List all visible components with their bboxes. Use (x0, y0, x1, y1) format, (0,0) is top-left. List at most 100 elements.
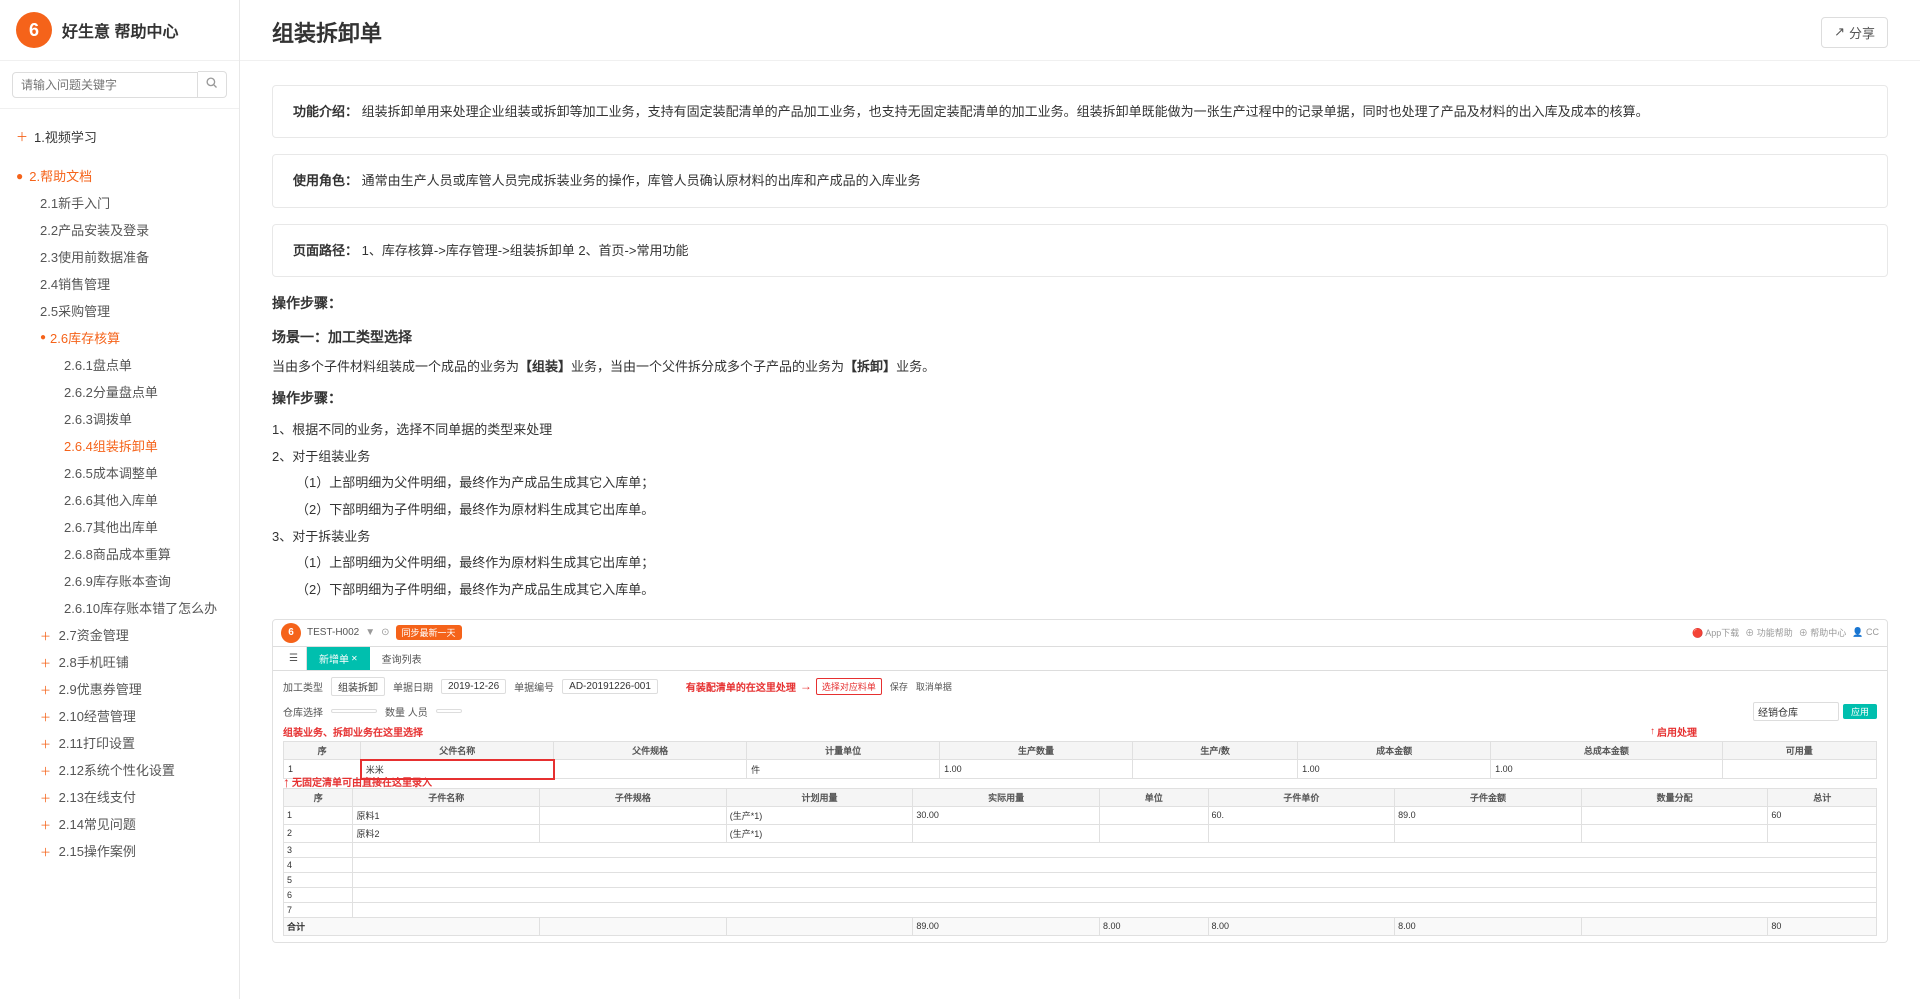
table-row: 1 原料1 (生产*1) 30.00 60. 89.0 (284, 806, 1877, 824)
search-area (0, 61, 239, 109)
sidebar-item-mobile[interactable]: ＋ 2.8手机旺铺 (16, 648, 223, 675)
arrow-up2: ↑ (283, 774, 290, 790)
ops-heading: 操作步骤： (272, 293, 1888, 313)
sidebar-item-sales[interactable]: 2.4销售管理 (16, 270, 223, 297)
sidebar-item-stock3[interactable]: 2.6.3调拨单 (28, 405, 223, 432)
app-topbar: 6 TEST-H002 ▼ ⊙ 同步最新一天 🔴 App下载 ⊕ 功能帮助 ⊕ … (273, 620, 1887, 647)
sidebar-stock-subnav: 2.6.1盘点单 2.6.2分量盘点单 2.6.3调拨单 2.6.4组装拆卸单 … (16, 351, 223, 621)
sidebar-item-stock[interactable]: ● 2.6库存核算 (16, 324, 223, 351)
form-docnum-label: 单据编号 (514, 679, 554, 694)
sidebar-item-ops[interactable]: ＋ 2.10经营管理 (16, 702, 223, 729)
parent-table: 序 父件名称 父件规格 计量单位 生产数量 生产/数 成本金额 总成本金额 可用 (283, 741, 1877, 780)
role-text: 通常由生产人员或库管人员完成拆装业务的操作，库管人员确认原材料的出库和产成品的入… (362, 173, 921, 188)
sidebar-item-stock7[interactable]: 2.6.7其他出库单 (28, 513, 223, 540)
minus-circle-icon: ● (40, 332, 46, 343)
cancel-btn[interactable]: 取消单据 (916, 680, 952, 693)
ops-steps-heading: 操作步骤： (272, 388, 1888, 408)
sidebar-item-new-user[interactable]: 2.1新手入门 (16, 189, 223, 216)
sidebar-header: 6 好生意 帮助中心 (0, 0, 239, 61)
parent-table-area: 序 父件名称 父件规格 计量单位 生产数量 生产/数 成本金额 总成本金额 可用 (283, 741, 1877, 780)
app-form: 加工类型 组装拆卸 单据日期 2019-12-26 单据编号 AD-201912… (273, 671, 1887, 942)
child-table: 序 子件名称 子件规格 计划用量 实际用量 单位 子件单价 子件金额 数量分配 (283, 788, 1877, 936)
steps-list: 1、根据不同的业务，选择不同单据的类型来处理 2、对于组装业务 （1）上部明细为… (272, 418, 1888, 603)
content-area: 功能介绍： 组装拆卸单用来处理企业组装或拆卸等加工业务，支持有固定装配清单的产品… (240, 61, 1920, 999)
match-btn[interactable]: 选择对应料单 (816, 678, 882, 695)
sidebar-section-docs: ● 2.帮助文档 2.1新手入门 2.2产品安装及登录 2.3使用前数据准备 2… (0, 156, 239, 870)
sidebar-item-stock4[interactable]: 2.6.4组装拆卸单 (28, 432, 223, 459)
arrow-up: ↑ (1650, 726, 1655, 737)
form-docnum-val: AD-20191226-001 (562, 679, 658, 694)
app-company: TEST-H002 (307, 627, 359, 638)
table-row: 3 (284, 842, 1877, 857)
sidebar-nav: ＋ 1.视频学习 ● 2.帮助文档 2.1新手入门 2.2产品安装及登录 2.3… (0, 109, 239, 999)
ann3-label: 启用处理 (1657, 724, 1697, 739)
app-logo: 6 (281, 623, 301, 643)
screenshot-preview: 6 TEST-H002 ▼ ⊙ 同步最新一天 🔴 App下载 ⊕ 功能帮助 ⊕ … (272, 619, 1888, 943)
table-row: 5 (284, 872, 1877, 887)
sidebar-item-purchase[interactable]: 2.5采购管理 (16, 297, 223, 324)
sidebar-item-stock10[interactable]: 2.6.10库存账本错了怎么办 (28, 594, 223, 621)
scenario1-desc: 当由多个子件材料组装成一个成品的业务为【组装】业务，当由一个父件拆分成多个子产品… (272, 355, 1888, 380)
search-input[interactable] (12, 72, 198, 98)
plus-icon: ＋ (16, 128, 28, 145)
sidebar-item-docs[interactable]: ● 2.帮助文档 (16, 162, 223, 189)
sidebar-item-faq[interactable]: ＋ 2.14常见问题 (16, 810, 223, 837)
ann2-label: 组装业务、拆卸业务在这里选择 (283, 724, 423, 739)
sidebar-item-stock8[interactable]: 2.6.8商品成本重算 (28, 540, 223, 567)
form-type-val[interactable]: 组装拆卸 (331, 677, 385, 696)
step-2: 2、对于组装业务 (272, 445, 1888, 470)
step-3-1: （1）上部明细为父件明细，最终作为原材料生成其它出库单； (296, 551, 1888, 576)
table-row: 7 (284, 902, 1877, 917)
sidebar-item-stock6[interactable]: 2.6.6其他入库单 (28, 486, 223, 513)
table-row: 4 (284, 857, 1877, 872)
sidebar-item-video[interactable]: ＋ 1.视频学习 (16, 123, 223, 150)
sidebar-item-system[interactable]: ＋ 2.12系统个性化设置 (16, 756, 223, 783)
sidebar-item-install[interactable]: 2.2产品安装及登录 (16, 216, 223, 243)
step-3: 3、对于拆装业务 (272, 525, 1888, 550)
save-btn[interactable]: 保存 (890, 680, 908, 693)
minus-icon: ● (16, 169, 23, 183)
sidebar-item-data[interactable]: 2.3使用前数据准备 (16, 243, 223, 270)
ann4-area: ↑ 无固定清单可由直接在这里录入 (283, 774, 432, 790)
step-1: 1、根据不同的业务，选择不同单据的类型来处理 (272, 418, 1888, 443)
sidebar-item-finance[interactable]: ＋ 2.7资金管理 (16, 621, 223, 648)
intro-text: 组装拆卸单用来处理企业组装或拆卸等加工业务，支持有固定装配清单的产品加工业务，也… (362, 104, 1649, 119)
warehouse-input[interactable]: 经销仓库 (1753, 702, 1839, 721)
form-type-label: 加工类型 (283, 679, 323, 694)
form-date-label: 单据日期 (393, 679, 433, 694)
intro-label: 功能介绍： (293, 104, 358, 119)
main-content: 组装拆卸单 ↗ 分享 功能介绍： 组装拆卸单用来处理企业组装或拆卸等加工业务，支… (240, 0, 1920, 999)
app-tabs: ☰ 新增单 ✕ 查询列表 (273, 647, 1887, 671)
ann3-area: ↑ 启用处理 (1650, 724, 1697, 739)
ann2-area: 组装业务、拆卸业务在这里选择 (283, 724, 423, 739)
logo-icon: 6 (16, 12, 52, 48)
role-label: 使用角色： (293, 173, 358, 188)
app-new-btn: 同步最新一天 (396, 625, 462, 640)
step-2-2: （2）下部明细为子件明细，最终作为原材料生成其它出库单。 (296, 498, 1888, 523)
page-title: 组装拆卸单 (272, 16, 382, 48)
search-button[interactable] (198, 71, 227, 98)
sidebar-item-print[interactable]: ＋ 2.11打印设置 (16, 729, 223, 756)
sidebar-item-coupon[interactable]: ＋ 2.9优惠券管理 (16, 675, 223, 702)
app-tab-list[interactable]: 查询列表 (370, 647, 434, 670)
table-row: 2 原料2 (生产*1) (284, 824, 1877, 842)
sidebar-item-stock1[interactable]: 2.6.1盘点单 (28, 351, 223, 378)
path-block: 页面路径： 1、库存核算->库存管理->组装拆卸单 2、首页->常用功能 (272, 224, 1888, 277)
sidebar-item-stock5[interactable]: 2.6.5成本调整单 (28, 459, 223, 486)
step-3-2: （2）下部明细为子件明细，最终作为产成品生成其它入库单。 (296, 578, 1888, 603)
ann1-label: 有装配清单的在这里处理 (686, 679, 796, 694)
totals-row: 合计 89.00 8.00 8.00 8.00 80 (284, 917, 1877, 935)
sidebar-item-pay[interactable]: ＋ 2.13在线支付 (16, 783, 223, 810)
sidebar-item-cases[interactable]: ＋ 2.15操作案例 (16, 837, 223, 864)
main-header: 组装拆卸单 ↗ 分享 (240, 0, 1920, 61)
step-2-1: （1）上部明细为父件明细，最终作为产成品生成其它入库单； (296, 471, 1888, 496)
ops-section: 操作步骤： 场景一：加工类型选择 当由多个子件材料组装成一个成品的业务为【组装】… (272, 293, 1888, 943)
sidebar-item-stock2[interactable]: 2.6.2分量盘点单 (28, 378, 223, 405)
sidebar-item-stock9[interactable]: 2.6.9库存账本查询 (28, 567, 223, 594)
share-button[interactable]: ↗ 分享 (1821, 17, 1888, 48)
form-date-val: 2019-12-26 (441, 679, 506, 694)
apply-btn[interactable]: 应用 (1843, 704, 1877, 719)
app-tab-new[interactable]: 新增单 ✕ (307, 647, 370, 670)
ann4-label: 无固定清单可由直接在这里录入 (292, 774, 432, 789)
intro-block: 功能介绍： 组装拆卸单用来处理企业组装或拆卸等加工业务，支持有固定装配清单的产品… (272, 85, 1888, 138)
